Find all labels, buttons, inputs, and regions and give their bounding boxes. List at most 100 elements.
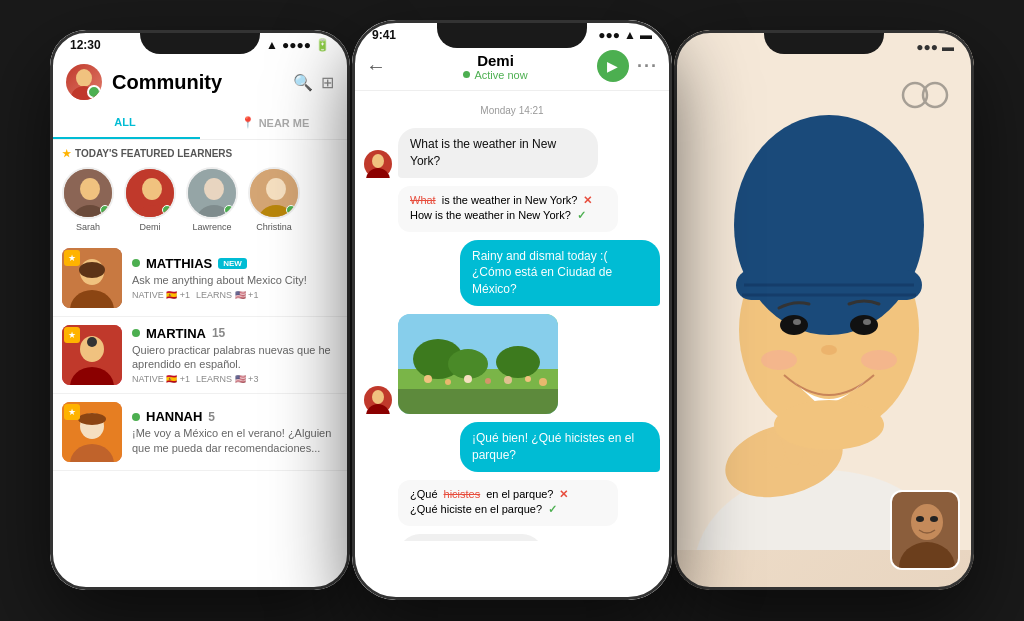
user-item-hannah[interactable]: ★ HANNAH 5 ¡Me voy a México en el verano… [50, 394, 350, 471]
video-call-button[interactable]: ▶ [597, 50, 629, 82]
svg-point-36 [448, 349, 488, 379]
lawrence-name: Lawrence [192, 222, 231, 232]
chat-header-info: Demi Active now [394, 52, 597, 81]
right-status-icons: ●●● ▬ [916, 40, 954, 54]
user-list: ★ MATTHIAS NEW Ask me anything about Mex… [50, 240, 350, 471]
wrong-mark-1: ✕ [583, 194, 592, 207]
svg-point-60 [780, 315, 808, 335]
sarah-online-dot [100, 205, 110, 215]
message-outgoing-2: ¡Qué bien! ¿Qué hicistes en el parque? [460, 422, 660, 472]
lawrence-online-dot [224, 205, 234, 215]
svg-point-3 [80, 178, 100, 200]
right-signal-icon: ●●● [916, 40, 938, 54]
demi-chat-avatar-2-svg [364, 386, 392, 414]
correction-wrong-row-2: ¿Qué hicistes en el parque? ✕ [410, 488, 606, 501]
message-outgoing-1: Rainy and dismal today :( ¿Cómo está en … [460, 240, 660, 306]
chat-date: Monday 14:21 [364, 105, 660, 116]
community-header: Community 🔍 ⊞ [50, 56, 350, 100]
message-incoming-1: What is the weather in New York? [398, 128, 598, 178]
chat-messages: Monday 14:21 What is the weather in New … [352, 91, 672, 541]
martina-count: 15 [212, 326, 225, 340]
community-tabs: ALL 📍 NEAR ME [50, 108, 350, 140]
right-phone-notch [764, 30, 884, 54]
star-icon: ★ [62, 148, 71, 159]
hannah-star-badge: ★ [64, 404, 80, 420]
svg-point-21 [87, 337, 97, 347]
voice-message-incoming[interactable]: ⏸ [398, 534, 544, 541]
community-title: Community [112, 71, 283, 94]
correct-mark-1: ✓ [577, 209, 586, 222]
msg-row-voice-incoming: ⏸ [364, 534, 660, 541]
featured-user-christina[interactable]: Christina [248, 167, 300, 232]
svg-point-64 [761, 350, 797, 370]
right-phone: ●●● ▬ [674, 30, 974, 590]
svg-point-56 [734, 115, 924, 335]
martina-online-dot [132, 329, 140, 337]
demi-chat-avatar [364, 150, 392, 178]
msg-row-incoming-1: What is the weather in New York? [364, 128, 660, 178]
svg-point-9 [204, 178, 224, 200]
featured-user-demi[interactable]: Demi [124, 167, 176, 232]
msg-row-park-image [364, 314, 660, 414]
center-time: 9:41 [372, 28, 396, 42]
hannah-message: ¡Me voy a México en el verano! ¿Alguien … [132, 426, 338, 455]
martina-photo: ★ [62, 325, 122, 385]
app-logo [900, 80, 950, 114]
martina-native: NATIVE 🇪🇸 +1 [132, 374, 190, 384]
center-phone: 9:41 ●●● ▲ ▬ ← Demi Active now ▶ ··· Mon… [352, 20, 672, 600]
tab-near-me[interactable]: 📍 NEAR ME [200, 108, 350, 139]
sarah-name: Sarah [76, 222, 100, 232]
center-battery-icon: ▬ [640, 28, 652, 42]
msg-row-outgoing-1: Rainy and dismal today :( ¿Cómo está en … [364, 240, 660, 306]
matthias-info: MATTHIAS NEW Ask me anything about Mexic… [132, 256, 338, 300]
svg-point-1 [71, 86, 97, 100]
chat-contact-status: Active now [394, 69, 597, 81]
svg-point-43 [525, 376, 531, 382]
center-phone-notch [437, 20, 587, 48]
grid-icon[interactable]: ⊞ [321, 73, 334, 92]
svg-point-0 [76, 69, 92, 87]
correction-correct-text-1: How is the weather in New York? [410, 209, 571, 221]
chat-header-action-icons: ▶ ··· [597, 50, 658, 82]
search-icon[interactable]: 🔍 [293, 73, 313, 92]
svg-point-27 [372, 154, 384, 168]
svg-point-17 [79, 262, 105, 278]
wrong-mark-2: ✕ [559, 488, 568, 501]
matthias-online-dot [132, 259, 140, 267]
user-item-matthias[interactable]: ★ MATTHIAS NEW Ask me anything about Mex… [50, 240, 350, 317]
svg-point-39 [445, 379, 451, 385]
correction-box-1: What is the weather in New York? ✕ How i… [398, 186, 618, 232]
demi-chat-avatar-2 [364, 386, 392, 414]
featured-user-sarah[interactable]: Sarah [62, 167, 114, 232]
more-options-icon[interactable]: ··· [637, 56, 658, 77]
user-item-martina[interactable]: ★ MARTINA 15 Quiero practicar palabras n… [50, 317, 350, 394]
svg-point-12 [266, 178, 286, 200]
demi-name: Demi [139, 222, 160, 232]
demi-online-dot [162, 205, 172, 215]
svg-point-69 [911, 504, 943, 540]
svg-point-72 [930, 516, 938, 522]
svg-point-71 [916, 516, 924, 522]
hannah-photo: ★ [62, 402, 122, 462]
park-image [398, 314, 558, 414]
martina-name: MARTINA [146, 326, 206, 341]
matthias-photo: ★ [62, 248, 122, 308]
featured-user-lawrence[interactable]: Lawrence [186, 167, 238, 232]
hannah-name: HANNAH [146, 409, 202, 424]
location-icon: 📍 [241, 116, 255, 129]
christina-online-dot [286, 205, 296, 215]
correct-mark-2: ✓ [548, 503, 557, 516]
svg-point-42 [504, 376, 512, 384]
correction-box-2: ¿Qué hicistes en el parque? ✕ ¿Qué hicis… [398, 480, 618, 526]
thumbnail-svg [892, 492, 960, 570]
correction-wrong-text-2: hicistes [444, 488, 481, 500]
martina-message: Quiero practicar palabras nuevas que he … [132, 343, 338, 372]
left-time: 12:30 [70, 38, 101, 52]
signal-icon: ●●●● [282, 38, 311, 52]
back-button[interactable]: ← [366, 55, 386, 78]
tab-all[interactable]: ALL [50, 108, 200, 139]
park-image-svg [398, 314, 558, 414]
center-signal-icon: ●●● [598, 28, 620, 42]
demi-chat-avatar-svg [364, 150, 392, 178]
svg-point-63 [863, 319, 871, 325]
